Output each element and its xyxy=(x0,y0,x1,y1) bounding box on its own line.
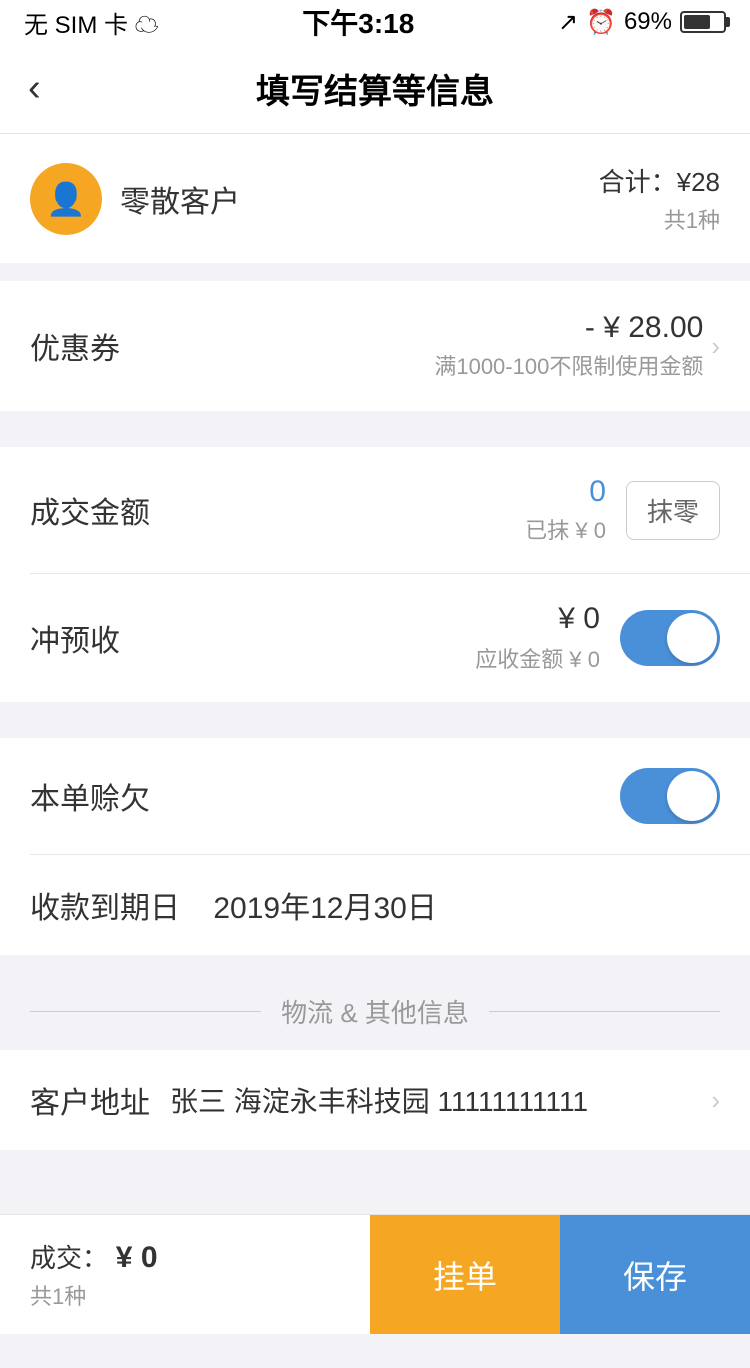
battery-icon xyxy=(680,11,726,33)
due-date-value: 2019年12月30日 xyxy=(213,892,436,925)
coupon-label: 优惠券 xyxy=(30,324,120,368)
customer-row: 👤 零散客户 合计：¥28 共1种 xyxy=(0,134,750,263)
bottom-info: 成交： ¥ 0 共1种 xyxy=(0,1215,370,1334)
owe-section: 本单赊欠 收款到期日 2019年12月30日 xyxy=(0,738,750,955)
logistics-line-right xyxy=(489,1011,720,1012)
address-section: 客户地址 张三 海淀永丰科技园 11111111111 › xyxy=(0,1050,750,1150)
precharge-label: 冲预收 xyxy=(30,616,120,660)
transaction-value: 0 xyxy=(589,475,606,508)
precharge-sub: 应收金额 ¥ 0 xyxy=(475,642,600,674)
coupon-discount: - ¥ 28.00 xyxy=(434,311,703,345)
alarm-icon: ⏰ xyxy=(586,8,616,37)
due-date-label-text: 收款到期日 xyxy=(30,892,180,925)
transaction-row: 成交金额 0 已抹 ¥ 0 抹零 xyxy=(0,447,750,573)
battery-percent: 69% xyxy=(624,8,672,36)
precharge-toggle[interactable] xyxy=(620,610,720,666)
owe-toggle-knob xyxy=(667,771,717,821)
content-area: 👤 零散客户 合计：¥28 共1种 优惠券 - ¥ 28.00 满1000-10… xyxy=(0,134,750,1368)
section-gap-2 xyxy=(0,720,750,738)
customer-left: 👤 零散客户 xyxy=(30,163,240,235)
coupon-description: 满1000-100不限制使用金额 xyxy=(434,349,703,381)
total-amount: 合计：¥28 xyxy=(599,162,720,199)
avatar: 👤 xyxy=(30,163,102,235)
precharge-amount: ¥ 0 xyxy=(558,602,600,635)
avatar-icon: 👤 xyxy=(46,180,86,218)
precharge-amount-group: ¥ 0 应收金额 ¥ 0 xyxy=(475,602,600,674)
bottom-deal-row: 成交： ¥ 0 xyxy=(30,1238,340,1275)
owe-label: 本单赊欠 xyxy=(30,774,150,818)
due-date-row: 收款到期日 2019年12月30日 xyxy=(0,855,750,955)
address-row[interactable]: 客户地址 张三 海淀永丰科技园 11111111111 › xyxy=(0,1050,750,1150)
status-bar-right: ↗ ⏰ 69% xyxy=(558,8,726,37)
location-icon: ↗ xyxy=(558,8,578,37)
address-value: 张三 海淀永丰科技园 11111111111 xyxy=(170,1080,701,1120)
transaction-label: 成交金额 xyxy=(30,488,150,532)
transaction-value-group: 0 已抹 ¥ 0 xyxy=(525,475,606,545)
transaction-section: 成交金额 0 已抹 ¥ 0 抹零 冲预收 ¥ 0 xyxy=(0,447,750,702)
save-button[interactable]: 保存 xyxy=(560,1215,750,1334)
transaction-right: 0 已抹 ¥ 0 抹零 xyxy=(525,475,720,545)
transaction-sub: 已抹 ¥ 0 xyxy=(525,513,606,545)
toggle-knob xyxy=(667,613,717,663)
coupon-section[interactable]: 优惠券 - ¥ 28.00 满1000-100不限制使用金额 › xyxy=(0,281,750,411)
logistics-line-left xyxy=(30,1011,261,1012)
nav-bar: ‹ 填写结算等信息 xyxy=(0,44,750,134)
item-count: 共1种 xyxy=(599,203,720,235)
status-bar: 无 SIM 卡 ☁ 下午3:18 ↗ ⏰ 69% xyxy=(0,0,750,44)
coupon-row[interactable]: 优惠券 - ¥ 28.00 满1000-100不限制使用金额 › xyxy=(0,281,750,411)
hang-button[interactable]: 挂单 xyxy=(370,1215,560,1334)
coupon-info: - ¥ 28.00 满1000-100不限制使用金额 xyxy=(434,311,703,381)
sim-label: 无 SIM 卡 ☁ xyxy=(24,5,159,40)
status-bar-left: 无 SIM 卡 ☁ xyxy=(24,5,159,40)
chevron-right-icon: › xyxy=(711,331,720,362)
bottom-deal-label: 成交： xyxy=(30,1243,108,1273)
status-bar-time: 下午3:18 xyxy=(302,2,414,42)
precharge-row: 冲预收 ¥ 0 应收金额 ¥ 0 xyxy=(0,574,750,702)
page-title: 填写结算等信息 xyxy=(256,64,494,113)
logistics-label: 物流 & 其他信息 xyxy=(281,993,469,1030)
owe-row: 本单赊欠 xyxy=(0,738,750,854)
back-button[interactable]: ‹ xyxy=(28,67,41,110)
wipe-zero-button[interactable]: 抹零 xyxy=(626,481,720,540)
owe-toggle[interactable] xyxy=(620,768,720,824)
due-date-label: 收款到期日 2019年12月30日 xyxy=(30,892,437,925)
logistics-separator: 物流 & 其他信息 xyxy=(0,973,750,1050)
customer-total: 合计：¥28 共1种 xyxy=(599,162,720,235)
precharge-values: ¥ 0 应收金额 ¥ 0 xyxy=(475,602,720,674)
bottom-count: 共1种 xyxy=(30,1279,340,1311)
bottom-deal-amount: ¥ 0 xyxy=(116,1241,158,1274)
customer-section: 👤 零散客户 合计：¥28 共1种 xyxy=(0,134,750,263)
address-chevron-icon: › xyxy=(711,1085,720,1116)
address-label: 客户地址 xyxy=(30,1078,150,1122)
coupon-right: - ¥ 28.00 满1000-100不限制使用金额 › xyxy=(434,311,720,381)
bottom-bar: 成交： ¥ 0 共1种 挂单 保存 xyxy=(0,1214,750,1334)
section-gap-1 xyxy=(0,429,750,447)
precharge-top: 冲预收 ¥ 0 应收金额 ¥ 0 xyxy=(30,602,720,674)
customer-name: 零散客户 xyxy=(120,177,240,221)
